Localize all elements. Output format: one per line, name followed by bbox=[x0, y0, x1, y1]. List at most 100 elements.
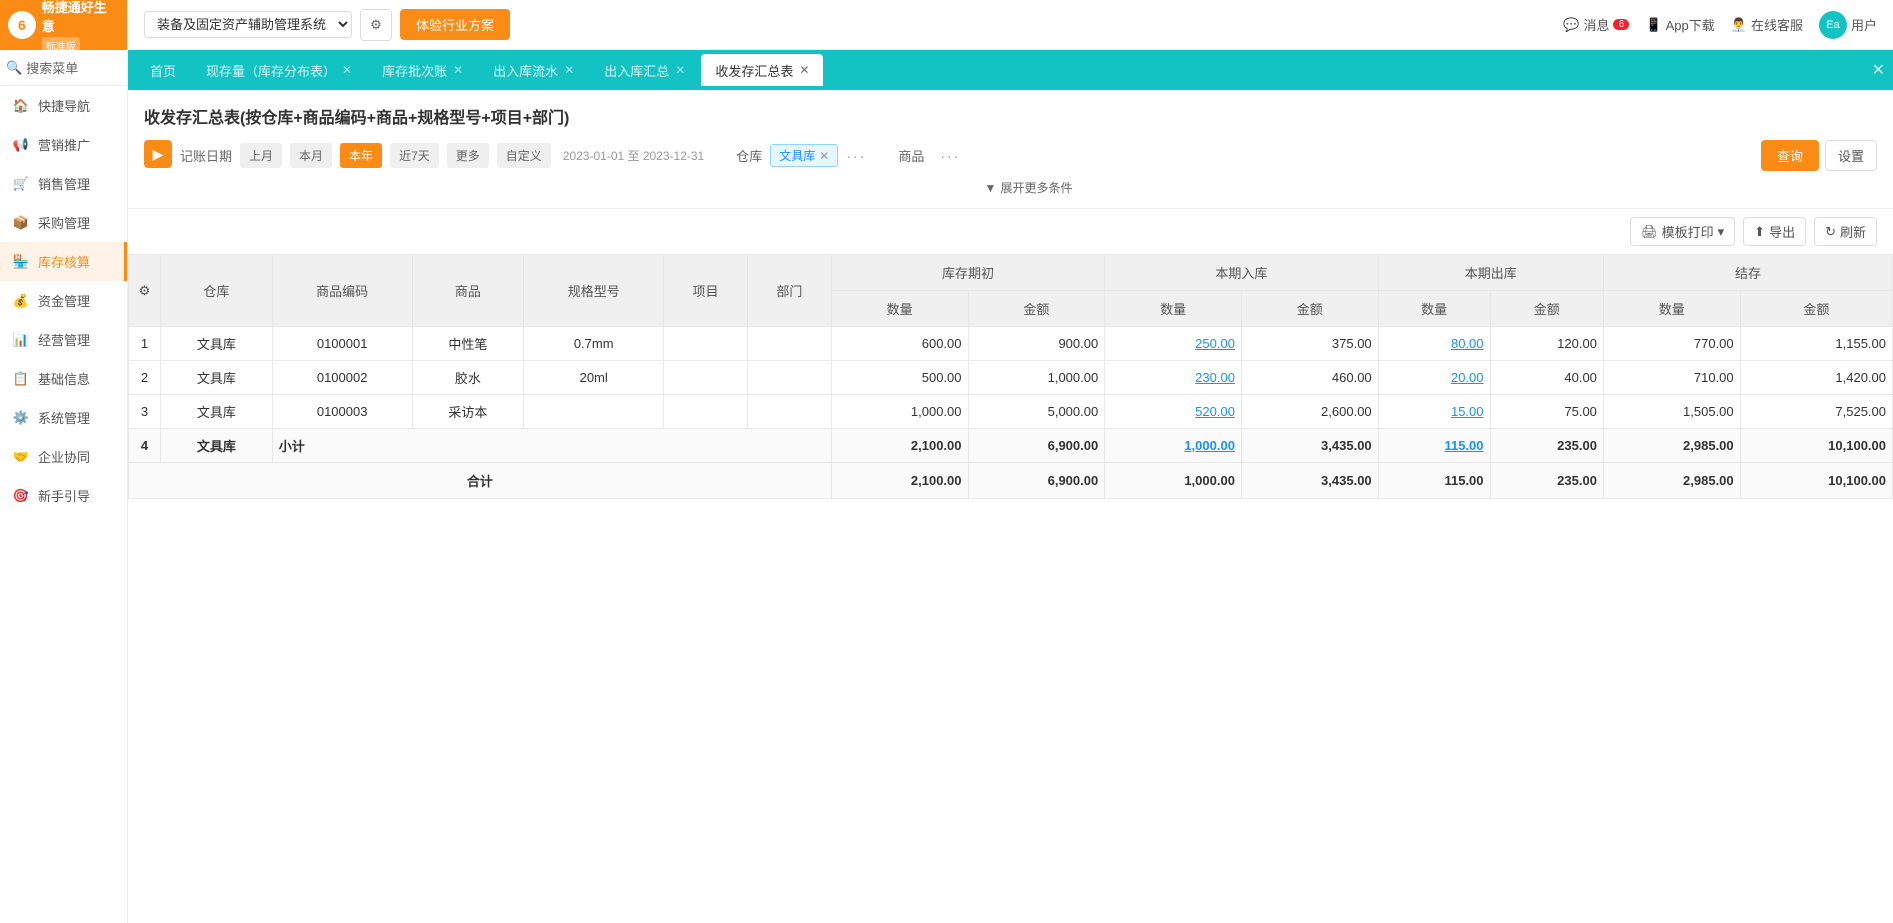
cell-in-qty-3[interactable]: 520.00 bbox=[1105, 395, 1242, 429]
topbar-right: 💬 消息 6 📱 App下载 👨‍💼 在线客服 Ea 用户 bbox=[1563, 11, 1877, 39]
th-warehouse: 仓库 bbox=[161, 255, 273, 327]
th-gear[interactable]: ⚙ bbox=[129, 255, 161, 327]
user-avatar-button[interactable]: Ea 用户 bbox=[1819, 11, 1877, 39]
query-button[interactable]: 查询 bbox=[1761, 140, 1819, 171]
tab-inout-flow[interactable]: 出入库流水 ✕ bbox=[479, 54, 588, 86]
in-qty-link-3[interactable]: 520.00 bbox=[1195, 404, 1235, 419]
cell-start-qty-3: 1,000.00 bbox=[831, 395, 968, 429]
date-btn-this-month[interactable]: 本月 bbox=[290, 143, 332, 168]
query-actions: 查询 设置 bbox=[1761, 140, 1877, 171]
warehouse-tag-close[interactable]: ✕ bbox=[819, 149, 829, 163]
sidebar-app-name: 畅捷通好生意 bbox=[42, 0, 119, 35]
try-industry-button[interactable]: 体验行业方案 bbox=[400, 9, 510, 40]
cell-in-qty-1[interactable]: 250.00 bbox=[1105, 327, 1242, 361]
sidebar-label-cooperation: 企业协同 bbox=[38, 447, 90, 466]
cell-project-1 bbox=[664, 327, 748, 361]
th-start-amount: 金额 bbox=[968, 291, 1105, 327]
subtotal-out-qty-link[interactable]: 115.00 bbox=[1444, 438, 1483, 453]
message-badge: 6 bbox=[1613, 19, 1629, 30]
out-qty-link-3[interactable]: 15.00 bbox=[1451, 404, 1484, 419]
date-btn-this-year[interactable]: 本年 bbox=[340, 143, 382, 168]
refresh-button[interactable]: ↻ 刷新 bbox=[1814, 217, 1877, 246]
cell-dept-3 bbox=[747, 395, 831, 429]
tab-bar: 首页 现存量（库存分布表） ✕ 库存批次账 ✕ 出入库流水 ✕ 出入库汇总 ✕ … bbox=[128, 50, 1893, 90]
sidebar-item-sales[interactable]: 🛒 销售管理 bbox=[0, 164, 127, 203]
sidebar-item-guide[interactable]: 🎯 新手引导 bbox=[0, 476, 127, 515]
cell-out-amount-2: 40.00 bbox=[1490, 361, 1603, 395]
sidebar-item-finance[interactable]: 💰 资金管理 bbox=[0, 281, 127, 320]
service-icon: 👨‍💼 bbox=[1731, 17, 1747, 33]
sidebar-item-basic-info[interactable]: 📋 基础信息 bbox=[0, 359, 127, 398]
message-button[interactable]: 💬 消息 6 bbox=[1563, 15, 1629, 34]
tab-inout-summary-label: 出入库汇总 bbox=[604, 61, 669, 80]
home-icon: 🏠 bbox=[12, 97, 30, 115]
cell-start-amount-1: 900.00 bbox=[968, 327, 1105, 361]
sidebar-label-quick-nav: 快捷导航 bbox=[38, 96, 90, 115]
tab-batch-ledger-close[interactable]: ✕ bbox=[453, 64, 463, 76]
customer-service-button[interactable]: 👨‍💼 在线客服 bbox=[1731, 15, 1803, 34]
sidebar-item-system[interactable]: ⚙️ 系统管理 bbox=[0, 398, 127, 437]
sidebar: 6 畅捷通好生意 标准版 🔍 搜索菜单 🏠 快捷导航 📢 营销推广 🛒 销售管理… bbox=[0, 0, 128, 923]
sidebar-item-inventory[interactable]: 🏪 库存核算 bbox=[0, 242, 127, 281]
th-product-spec: 规格型号 bbox=[524, 255, 664, 327]
settings-button[interactable]: 设置 bbox=[1825, 140, 1877, 171]
sidebar-item-marketing[interactable]: 📢 营销推广 bbox=[0, 125, 127, 164]
tab-stock-dist-label: 现存量（库存分布表） bbox=[206, 61, 336, 80]
in-qty-link-2[interactable]: 230.00 bbox=[1195, 370, 1235, 385]
sidebar-label-system: 系统管理 bbox=[38, 408, 90, 427]
out-qty-link-1[interactable]: 80.00 bbox=[1451, 336, 1484, 351]
sidebar-search[interactable]: 🔍 搜索菜单 bbox=[0, 50, 127, 86]
tab-inout-flow-close[interactable]: ✕ bbox=[564, 64, 574, 76]
cell-in-qty-2[interactable]: 230.00 bbox=[1105, 361, 1242, 395]
tab-batch-ledger[interactable]: 库存批次账 ✕ bbox=[368, 54, 477, 86]
total-in-amount: 3,435.00 bbox=[1241, 463, 1378, 499]
cell-out-qty-2[interactable]: 20.00 bbox=[1378, 361, 1490, 395]
sidebar-item-quick-nav[interactable]: 🏠 快捷导航 bbox=[0, 86, 127, 125]
tab-home[interactable]: 首页 bbox=[136, 54, 190, 86]
export-button[interactable]: ⬆ 导出 bbox=[1743, 217, 1806, 246]
cell-balance-amount-1: 1,155.00 bbox=[1740, 327, 1892, 361]
expand-more-button[interactable]: ▼ 展开更多条件 bbox=[180, 175, 1877, 200]
cell-balance-qty-3: 1,505.00 bbox=[1603, 395, 1740, 429]
out-qty-link-2[interactable]: 20.00 bbox=[1451, 370, 1484, 385]
date-btn-custom[interactable]: 自定义 bbox=[497, 143, 551, 168]
subtotal-in-qty-link[interactable]: 1,000.00 bbox=[1184, 438, 1235, 453]
export-icon: ⬆ bbox=[1754, 224, 1765, 240]
tab-collect-summary-close[interactable]: ✕ bbox=[799, 64, 809, 76]
total-out-amount: 235.00 bbox=[1490, 463, 1603, 499]
close-all-tabs-button[interactable]: ✕ bbox=[1872, 60, 1885, 80]
template-print-button[interactable]: 🖨 模板打印 ▾ bbox=[1630, 217, 1735, 246]
tab-collect-summary[interactable]: 收发存汇总表 ✕ bbox=[701, 54, 823, 86]
sidebar-item-purchase[interactable]: 📦 采购管理 bbox=[0, 203, 127, 242]
cell-warehouse-2: 文具库 bbox=[161, 361, 273, 395]
date-btn-more[interactable]: 更多 bbox=[447, 143, 489, 168]
warehouse-more-button[interactable]: ··· bbox=[846, 148, 866, 164]
sidebar-item-cooperation[interactable]: 🤝 企业协同 bbox=[0, 437, 127, 476]
date-btn-7days[interactable]: 近7天 bbox=[390, 143, 439, 168]
cell-out-qty-1[interactable]: 80.00 bbox=[1378, 327, 1490, 361]
cell-dept-1 bbox=[747, 327, 831, 361]
date-btn-last-month[interactable]: 上月 bbox=[240, 143, 282, 168]
th-project: 项目 bbox=[664, 255, 748, 327]
tab-stock-dist-close[interactable]: ✕ bbox=[342, 64, 352, 76]
total-label: 合计 bbox=[129, 463, 832, 499]
settings-gear-button[interactable]: ⚙ bbox=[360, 9, 392, 41]
total-out-qty: 115.00 bbox=[1378, 463, 1490, 499]
app-download-button[interactable]: 📱 App下载 bbox=[1645, 15, 1714, 34]
tab-inout-summary-close[interactable]: ✕ bbox=[675, 64, 685, 76]
product-more-button[interactable]: ··· bbox=[940, 148, 960, 164]
subtotal-row: 4 文具库 小计 2,100.00 6,900.00 1,000.00 3,43… bbox=[129, 429, 1893, 463]
warehouse-tag[interactable]: 文具库 ✕ bbox=[770, 144, 838, 167]
th-period-in: 本期入库 bbox=[1105, 255, 1378, 291]
tab-batch-ledger-label: 库存批次账 bbox=[382, 61, 447, 80]
tab-stock-dist[interactable]: 现存量（库存分布表） ✕ bbox=[192, 54, 366, 86]
tab-inout-summary[interactable]: 出入库汇总 ✕ bbox=[590, 54, 699, 86]
in-qty-link-1[interactable]: 250.00 bbox=[1195, 336, 1235, 351]
system-select[interactable]: 装备及固定资产辅助管理系统 bbox=[144, 11, 352, 38]
cell-in-amount-2: 460.00 bbox=[1241, 361, 1378, 395]
cell-out-qty-3[interactable]: 15.00 bbox=[1378, 395, 1490, 429]
cell-name-1: 中性笔 bbox=[412, 327, 524, 361]
sidebar-item-operations[interactable]: 📊 经营管理 bbox=[0, 320, 127, 359]
filter-toggle-button[interactable]: ▶ bbox=[144, 140, 172, 168]
th-balance-amount: 金额 bbox=[1740, 291, 1892, 327]
